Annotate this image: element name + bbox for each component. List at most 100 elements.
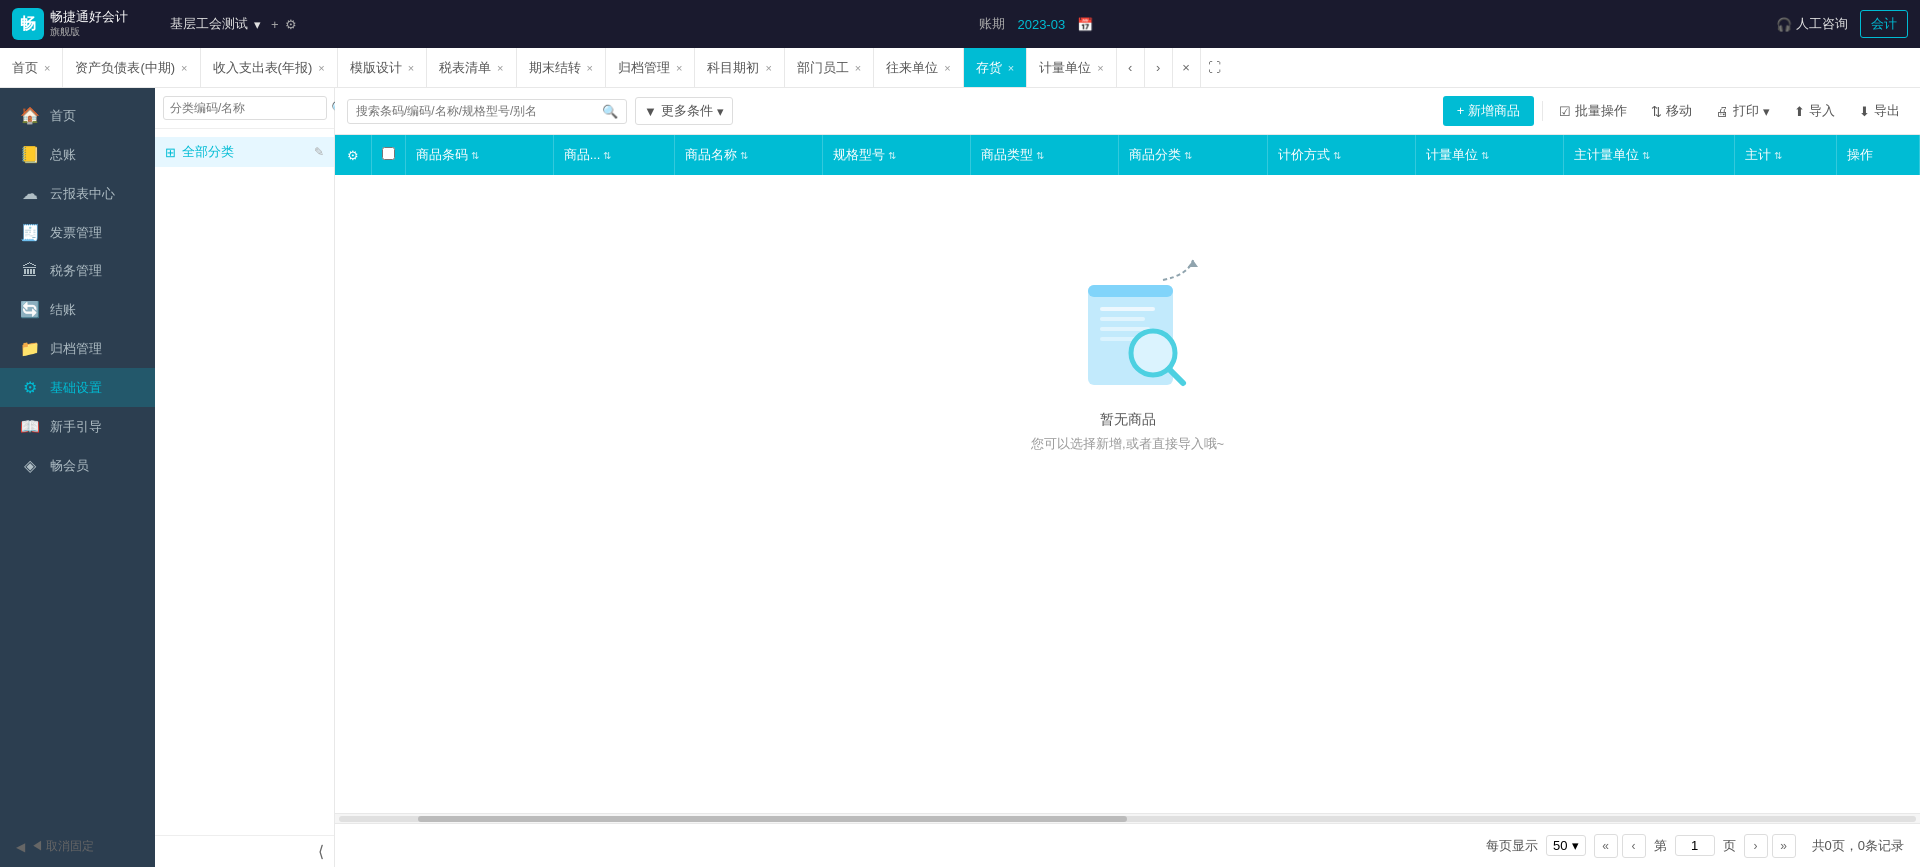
ai-consult-btn[interactable]: 🎧 人工咨询 — [1776, 15, 1848, 33]
th-type[interactable]: 商品类型⇅ — [971, 135, 1119, 175]
tab-close-icon[interactable]: × — [1097, 62, 1103, 74]
tab-inventory[interactable]: 存货 × — [964, 48, 1027, 88]
sidebar-item-tax[interactable]: 🏛 税务管理 — [0, 252, 155, 290]
th-checkbox[interactable] — [371, 135, 405, 175]
tab-archive[interactable]: 归档管理 × — [606, 48, 695, 88]
tab-home[interactable]: 首页 × — [0, 48, 63, 88]
sidebar: 🏠 首页 📒 总账 ☁ 云报表中心 🧾 发票管理 🏛 税务管理 🔄 结账 — [0, 88, 155, 867]
th-unit[interactable]: 计量单位⇅ — [1415, 135, 1563, 175]
tab-close-icon[interactable]: × — [855, 62, 861, 74]
settings-icon: ⚙ — [20, 378, 40, 397]
tab-close-icon[interactable]: × — [1008, 62, 1014, 74]
tab-template[interactable]: 模版设计 × — [338, 48, 427, 88]
move-btn[interactable]: ⇅ 移动 — [1643, 98, 1700, 124]
tab-close-icon[interactable]: × — [944, 62, 950, 74]
add-icon[interactable]: + — [271, 17, 279, 32]
add-product-btn[interactable]: + 新增商品 — [1443, 96, 1534, 126]
th-barcode[interactable]: 商品条码⇅ — [405, 135, 553, 175]
next-page-btn[interactable]: › — [1744, 834, 1768, 858]
th-spec[interactable]: 规格型号⇅ — [823, 135, 971, 175]
logo-area: 畅 畅捷通好会计 旗舰版 — [12, 8, 162, 40]
sidebar-item-archive[interactable]: 📁 归档管理 — [0, 329, 155, 368]
company-selector[interactable]: 基层工会测试 ▾ + ⚙ — [170, 15, 297, 33]
main-layout: 🏠 首页 📒 总账 ☁ 云报表中心 🧾 发票管理 🏛 税务管理 🔄 结账 — [0, 88, 1920, 867]
company-name: 基层工会测试 — [170, 15, 248, 33]
tab-close-icon[interactable]: × — [44, 62, 50, 74]
tab-expand-btn[interactable]: ⛶ — [1201, 48, 1229, 88]
th-main-num[interactable]: 主计⇅ — [1734, 135, 1836, 175]
tab-dept[interactable]: 部门员工 × — [785, 48, 874, 88]
page-size-select[interactable]: 50 ▾ — [1546, 835, 1585, 856]
last-page-btn[interactable]: » — [1772, 834, 1796, 858]
select-all-checkbox[interactable] — [382, 147, 395, 160]
category-all[interactable]: ⊞ 全部分类 ✎ — [155, 137, 334, 167]
tab-close-icon[interactable]: × — [497, 62, 503, 74]
tab-close-icon[interactable]: × — [408, 62, 414, 74]
tab-balance[interactable]: 资产负债表(中期) × — [63, 48, 200, 88]
tab-contacts[interactable]: 往来单位 × — [874, 48, 963, 88]
prev-page-btn[interactable]: ‹ — [1622, 834, 1646, 858]
tab-close-all-btn[interactable]: × — [1173, 48, 1201, 88]
category-search-input[interactable] — [163, 96, 327, 120]
tab-close-icon[interactable]: × — [765, 62, 771, 74]
edit-icon[interactable]: ✎ — [314, 145, 324, 159]
export-btn[interactable]: ⬇ 导出 — [1851, 98, 1908, 124]
tab-next-btn[interactable]: › — [1145, 48, 1173, 88]
page-number-input[interactable] — [1675, 835, 1715, 856]
tab-subject[interactable]: 科目期初 × — [695, 48, 784, 88]
sidebar-item-guide[interactable]: 📖 新手引导 — [0, 407, 155, 446]
th-code[interactable]: 商品...⇅ — [553, 135, 674, 175]
import-icon: ⬆ — [1794, 104, 1805, 119]
batch-btn[interactable]: ☑ 批量操作 — [1551, 98, 1635, 124]
sidebar-item-close[interactable]: 🔄 结账 — [0, 290, 155, 329]
tab-unit[interactable]: 计量单位 × — [1027, 48, 1116, 88]
th-category[interactable]: 商品分类⇅ — [1119, 135, 1267, 175]
empty-title: 暂无商品 — [1100, 411, 1156, 429]
empty-svg — [1048, 255, 1208, 395]
horizontal-scrollbar[interactable] — [335, 813, 1920, 823]
sidebar-item-report[interactable]: ☁ 云报表中心 — [0, 174, 155, 213]
first-page-btn[interactable]: « — [1594, 834, 1618, 858]
period-value: 2023-03 — [1017, 17, 1065, 32]
tab-close-icon[interactable]: × — [676, 62, 682, 74]
sidebar-item-ledger[interactable]: 📒 总账 — [0, 135, 155, 174]
sidebar-item-invoice[interactable]: 🧾 发票管理 — [0, 213, 155, 252]
tab-income[interactable]: 收入支出表(年报) × — [201, 48, 338, 88]
tab-prev-btn[interactable]: ‹ — [1117, 48, 1145, 88]
filter-btn[interactable]: ▼ 更多条件 ▾ — [635, 97, 733, 125]
print-chevron: ▾ — [1763, 104, 1770, 119]
sidebar-label: 总账 — [50, 146, 76, 164]
scrollbar-thumb[interactable] — [418, 816, 1128, 822]
th-price-method[interactable]: 计价方式⇅ — [1267, 135, 1415, 175]
sidebar-item-home[interactable]: 🏠 首页 — [0, 96, 155, 135]
sidebar-collapse-btn[interactable]: ◀ ◀ 取消固定 — [0, 826, 155, 867]
sidebar-label: 税务管理 — [50, 262, 102, 280]
product-search-input[interactable] — [356, 104, 598, 118]
top-bar: 畅 畅捷通好会计 旗舰版 基层工会测试 ▾ + ⚙ 账期 2023-03 📅 🎧… — [0, 0, 1920, 48]
th-main-unit[interactable]: 主计量单位⇅ — [1563, 135, 1734, 175]
tab-label: 收入支出表(年报) — [213, 59, 313, 77]
search-icon[interactable]: 🔍 — [602, 104, 618, 119]
th-settings[interactable]: ⚙ — [335, 135, 371, 175]
tab-label: 期末结转 — [529, 59, 581, 77]
panel-collapse-btn[interactable]: ⟨ — [318, 842, 324, 861]
tab-period-close[interactable]: 期末结转 × — [517, 48, 606, 88]
sidebar-item-member[interactable]: ◈ 畅会员 — [0, 446, 155, 485]
tab-close-icon[interactable]: × — [587, 62, 593, 74]
sidebar-label: 发票管理 — [50, 224, 102, 242]
import-btn[interactable]: ⬆ 导入 — [1786, 98, 1843, 124]
batch-label: 批量操作 — [1575, 102, 1627, 120]
print-btn[interactable]: 🖨 打印 ▾ — [1708, 98, 1778, 124]
tab-label: 科目期初 — [707, 59, 759, 77]
th-name[interactable]: 商品名称⇅ — [675, 135, 823, 175]
calendar-icon[interactable]: 📅 — [1077, 17, 1093, 32]
left-panel-footer: ⟨ — [155, 835, 334, 867]
tab-tax[interactable]: 税表清单 × — [427, 48, 516, 88]
account-button[interactable]: 会计 — [1860, 10, 1908, 38]
sort-icon: ⇅ — [1333, 150, 1341, 161]
sidebar-item-settings[interactable]: ⚙ 基础设置 — [0, 368, 155, 407]
tab-close-icon[interactable]: × — [318, 62, 324, 74]
tab-close-icon[interactable]: × — [181, 62, 187, 74]
sort-icon: ⇅ — [1036, 150, 1044, 161]
settings-icon[interactable]: ⚙ — [285, 17, 297, 32]
